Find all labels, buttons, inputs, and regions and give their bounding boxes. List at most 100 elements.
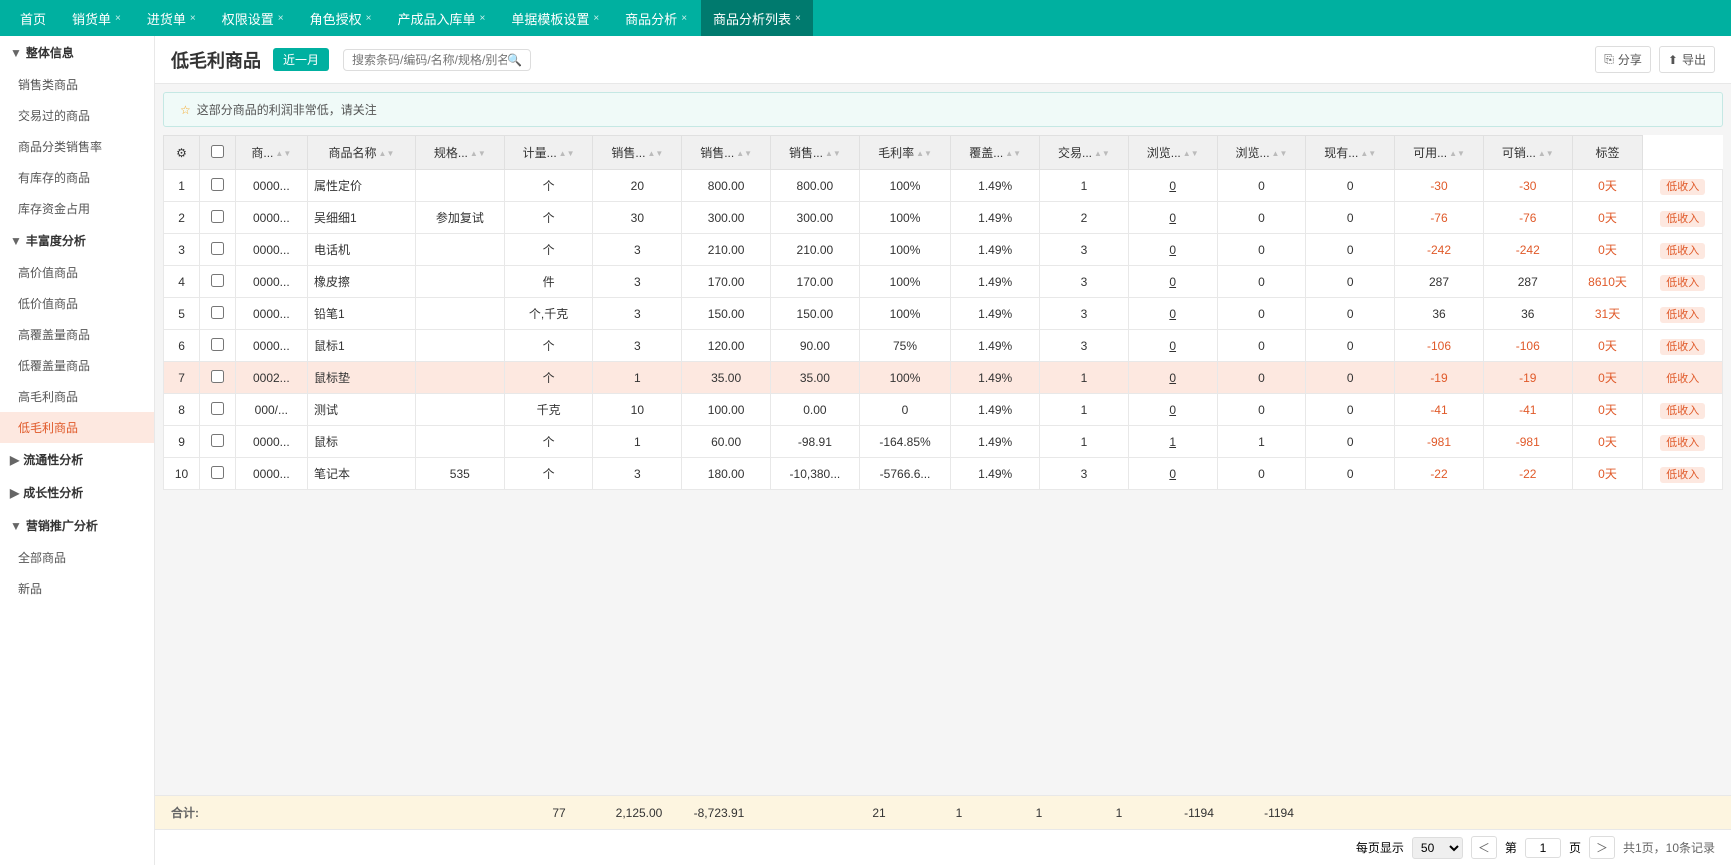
row-select-checkbox[interactable] [211, 434, 224, 447]
nav-item-permissions[interactable]: 权限设置× [210, 0, 296, 36]
nav-item-product-entry[interactable]: 产成品入库单× [385, 0, 497, 36]
row-trade[interactable]: 1 [1128, 426, 1217, 458]
sidebar-item-funds-occupied[interactable]: 库存资金占用 [0, 193, 154, 224]
row-checkbox[interactable] [200, 202, 236, 234]
sidebar-item-goods-by-category-sales[interactable]: 商品分类销售率 [0, 131, 154, 162]
row-trade[interactable]: 0 [1128, 330, 1217, 362]
row-name: 鼠标 [308, 426, 416, 458]
col-sales1: 销售...▲▼ [593, 136, 682, 170]
trade-link[interactable]: 0 [1169, 403, 1176, 417]
nav-item-role-auth[interactable]: 角色授权× [298, 0, 384, 36]
nav-item-product-analysis-list[interactable]: 商品分析列表× [701, 0, 813, 36]
next-page-button[interactable]: ＞ [1589, 836, 1615, 859]
row-browse2: 0 [1306, 426, 1395, 458]
sidebar-section-growth-analysis[interactable]: ▶成长性分析 [0, 476, 154, 509]
nav-close-product-analysis-list[interactable]: × [795, 13, 801, 24]
row-select-checkbox[interactable] [211, 242, 224, 255]
per-page-select[interactable]: 50 20 100 [1412, 837, 1463, 859]
sidebar-item-high-value-goods[interactable]: 高价值商品 [0, 257, 154, 288]
row-select-checkbox[interactable] [211, 178, 224, 191]
nav-close-sales[interactable]: × [115, 13, 121, 24]
sidebar-item-low-coverage-goods[interactable]: 低覆盖量商品 [0, 350, 154, 381]
row-name: 橡皮擦 [308, 266, 416, 298]
nav-close-permissions[interactable]: × [278, 13, 284, 24]
row-select-checkbox[interactable] [211, 370, 224, 383]
row-checkbox[interactable] [200, 266, 236, 298]
sidebar-section-marketing-analysis[interactable]: ▼营销推广分析 [0, 509, 154, 542]
nav-close-role-auth[interactable]: × [366, 13, 372, 24]
row-trade[interactable]: 0 [1128, 458, 1217, 490]
nav-close-purchase[interactable]: × [190, 13, 196, 24]
row-checkbox[interactable] [200, 330, 236, 362]
trade-link[interactable]: 0 [1169, 339, 1176, 353]
nav-close-single-template[interactable]: × [593, 13, 599, 24]
sidebar-item-low-profit-goods[interactable]: 低毛利商品 [0, 412, 154, 443]
sort-icon: ▲▼ [1272, 149, 1288, 158]
sidebar-section-circulation-analysis[interactable]: ▶流通性分析 [0, 443, 154, 476]
nav-item-product-analysis[interactable]: 商品分析× [613, 0, 699, 36]
row-tag: 低收入 [1643, 362, 1723, 394]
row-select-checkbox[interactable] [211, 338, 224, 351]
sidebar-item-new-goods[interactable]: 新品 [0, 573, 154, 604]
col-settings[interactable]: ⚙ [164, 136, 200, 170]
row-select-checkbox[interactable] [211, 306, 224, 319]
pagination-info: 共1页，10条记录 [1623, 839, 1715, 856]
row-trade[interactable]: 0 [1128, 298, 1217, 330]
row-checkbox[interactable] [200, 170, 236, 202]
row-browse2: 0 [1306, 394, 1395, 426]
sidebar-item-high-coverage-goods[interactable]: 高覆盖量商品 [0, 319, 154, 350]
search-icon[interactable]: 🔍 [507, 53, 522, 67]
trade-link[interactable]: 0 [1169, 243, 1176, 257]
trade-link[interactable]: 1 [1169, 435, 1176, 449]
sidebar-item-high-profit-goods[interactable]: 高毛利商品 [0, 381, 154, 412]
row-name: 笔记本 [308, 458, 416, 490]
sidebar-item-traded-goods[interactable]: 交易过的商品 [0, 100, 154, 131]
row-select-checkbox[interactable] [211, 402, 224, 415]
period-button[interactable]: 近一月 [273, 48, 329, 71]
share-button[interactable]: ⎘ 分享 [1595, 46, 1651, 73]
row-checkbox[interactable] [200, 458, 236, 490]
sidebar-section-overall[interactable]: ▼整体信息 [0, 36, 154, 69]
select-all-checkbox[interactable] [211, 145, 224, 158]
trade-link[interactable]: 0 [1169, 275, 1176, 289]
sidebar-section-richness-analysis[interactable]: ▼丰富度分析 [0, 224, 154, 257]
row-checkbox[interactable] [200, 234, 236, 266]
trade-link[interactable]: 0 [1169, 179, 1176, 193]
table-body: 10000...属性定价个20800.00800.00100%1.49%1000… [164, 170, 1723, 490]
sidebar-item-inventory-goods[interactable]: 有库存的商品 [0, 162, 154, 193]
nav-item-single-template[interactable]: 单据模板设置× [499, 0, 611, 36]
row-trade[interactable]: 0 [1128, 266, 1217, 298]
trade-link[interactable]: 0 [1169, 467, 1176, 481]
row-select-checkbox[interactable] [211, 210, 224, 223]
sidebar-item-all-goods[interactable]: 全部商品 [0, 542, 154, 573]
row-checkbox[interactable] [200, 298, 236, 330]
sidebar-item-sales-category[interactable]: 销售类商品 [0, 69, 154, 100]
row-trade[interactable]: 0 [1128, 170, 1217, 202]
prev-page-button[interactable]: ＜ [1471, 836, 1497, 859]
sidebar-item-low-value-goods[interactable]: 低价值商品 [0, 288, 154, 319]
row-trade[interactable]: 0 [1128, 394, 1217, 426]
row-select-checkbox[interactable] [211, 466, 224, 479]
col-checkbox[interactable] [200, 136, 236, 170]
trade-link[interactable]: 0 [1169, 211, 1176, 225]
row-sellable: 0天 [1572, 362, 1643, 394]
nav-item-home[interactable]: 首页 [8, 0, 58, 36]
nav-close-product-entry[interactable]: × [479, 13, 485, 24]
trade-link[interactable]: 0 [1169, 307, 1176, 321]
row-trade[interactable]: 0 [1128, 202, 1217, 234]
row-checkbox[interactable] [200, 426, 236, 458]
export-button[interactable]: ⬆ 导出 [1659, 46, 1715, 73]
nav-item-purchase[interactable]: 进货单× [135, 0, 208, 36]
row-checkbox[interactable] [200, 394, 236, 426]
row-sellable: 0天 [1572, 458, 1643, 490]
row-trade[interactable]: 0 [1128, 362, 1217, 394]
nav-item-sales[interactable]: 销货单× [60, 0, 133, 36]
row-trade[interactable]: 0 [1128, 234, 1217, 266]
trade-link[interactable]: 0 [1169, 371, 1176, 385]
row-spec [415, 298, 504, 330]
page-input[interactable] [1525, 838, 1561, 858]
nav-close-product-analysis[interactable]: × [681, 13, 687, 24]
row-checkbox[interactable] [200, 362, 236, 394]
search-input[interactable] [352, 53, 507, 67]
row-select-checkbox[interactable] [211, 274, 224, 287]
